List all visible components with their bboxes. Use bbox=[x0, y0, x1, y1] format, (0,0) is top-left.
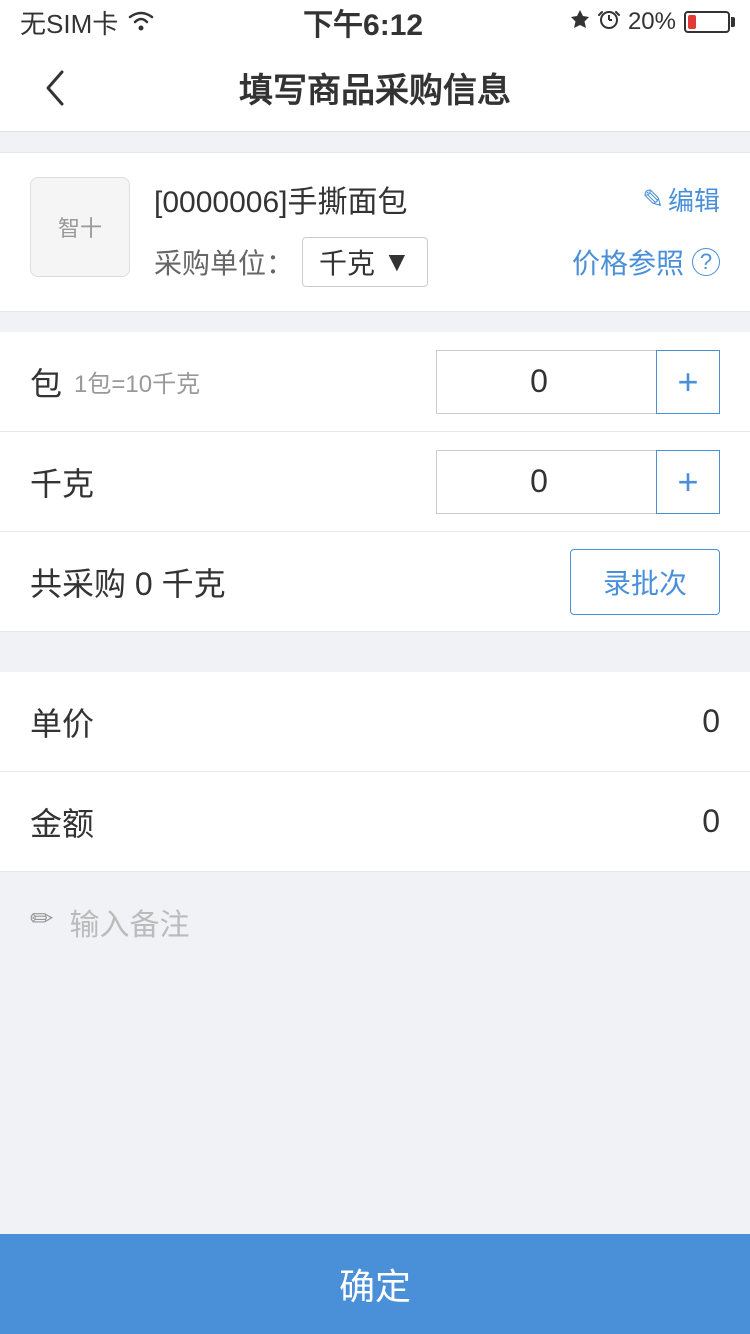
status-time: 下午6:12 bbox=[303, 0, 423, 44]
battery-icon bbox=[684, 11, 730, 33]
price-ref-button[interactable]: 价格参照 ? bbox=[572, 242, 720, 282]
qianke-input-group: + bbox=[436, 450, 720, 514]
nav-bar: 填写商品采购信息 bbox=[0, 44, 750, 132]
no-sim-text: 无SIM卡 bbox=[20, 4, 118, 41]
bao-sub: 1包=10千克 bbox=[74, 364, 200, 399]
separator-2 bbox=[0, 632, 750, 652]
amount-row: 金额 0 bbox=[0, 772, 750, 872]
status-left: 无SIM卡 bbox=[20, 4, 156, 41]
confirm-button[interactable]: 确定 bbox=[0, 1234, 750, 1334]
qianke-input[interactable] bbox=[436, 450, 656, 514]
notes-section[interactable]: ✏ 输入备注 bbox=[0, 872, 750, 1032]
amount-label: 金额 bbox=[30, 799, 94, 845]
edit-button[interactable]: ✎ 编辑 bbox=[642, 181, 720, 218]
batch-button[interactable]: 录批次 bbox=[570, 549, 720, 615]
bao-plus-button[interactable]: + bbox=[656, 350, 720, 414]
confirm-label: 确定 bbox=[339, 1258, 411, 1310]
battery-percentage: 20% bbox=[628, 8, 676, 36]
form-bao-section: 包 1包=10千克 + 千克 + bbox=[0, 332, 750, 532]
unit-row: 采购单位： 千克 ▼ 价格参照 ? bbox=[154, 237, 720, 287]
price-ref-label: 价格参照 bbox=[572, 242, 684, 282]
product-logo: 智十 bbox=[30, 177, 130, 277]
notes-icon: ✏ bbox=[30, 902, 53, 935]
price-ref-icon: ? bbox=[692, 248, 720, 276]
product-name-row: [0000006]手撕面包 ✎ 编辑 bbox=[154, 177, 720, 221]
total-label: 共采购 0 千克 bbox=[30, 559, 226, 605]
content-spacer bbox=[0, 1032, 750, 1232]
battery-fill bbox=[688, 15, 696, 29]
product-name: [0000006]手撕面包 bbox=[154, 177, 407, 221]
qianke-plus-button[interactable]: + bbox=[656, 450, 720, 514]
page-title: 填写商品采购信息 bbox=[239, 63, 511, 112]
notes-placeholder: 输入备注 bbox=[69, 900, 189, 944]
wifi-icon bbox=[126, 7, 156, 38]
unit-value: 千克 bbox=[319, 242, 375, 282]
bao-plus-icon: + bbox=[677, 361, 698, 403]
bao-input[interactable] bbox=[436, 350, 656, 414]
edit-icon: ✎ bbox=[642, 184, 664, 215]
bao-row: 包 1包=10千克 + bbox=[0, 332, 750, 432]
product-card: 智十 [0000006]手撕面包 ✎ 编辑 采购单位： 千克 ▼ 价格参照 ? bbox=[0, 152, 750, 312]
status-bar: 无SIM卡 下午6:12 20% bbox=[0, 0, 750, 44]
unit-price-row: 单价 0 bbox=[0, 672, 750, 772]
qianke-row: 千克 + bbox=[0, 432, 750, 532]
unit-price-value: 0 bbox=[702, 703, 720, 740]
qianke-label: 千克 bbox=[30, 459, 94, 505]
unit-selector-group: 采购单位： 千克 ▼ bbox=[154, 237, 428, 287]
edit-label: 编辑 bbox=[668, 181, 720, 218]
bao-input-group: + bbox=[436, 350, 720, 414]
product-info: [0000006]手撕面包 ✎ 编辑 采购单位： 千克 ▼ 价格参照 ? bbox=[154, 177, 720, 287]
separator-1 bbox=[0, 312, 750, 332]
bao-label: 包 bbox=[30, 359, 62, 405]
qianke-plus-icon: + bbox=[677, 461, 698, 503]
price-section: 单价 0 金额 0 bbox=[0, 672, 750, 872]
unit-label: 采购单位： bbox=[154, 242, 294, 282]
unit-price-label: 单价 bbox=[30, 699, 94, 745]
unit-select[interactable]: 千克 ▼ bbox=[302, 237, 428, 287]
bao-label-group: 包 1包=10千克 bbox=[30, 359, 200, 405]
product-logo-text: 智十 bbox=[58, 211, 102, 243]
back-button[interactable] bbox=[24, 58, 84, 118]
amount-value: 0 bbox=[702, 803, 720, 840]
alarm-icon bbox=[598, 8, 620, 37]
total-row: 共采购 0 千克 录批次 bbox=[0, 532, 750, 632]
dropdown-icon: ▼ bbox=[383, 246, 411, 278]
location-icon bbox=[570, 8, 590, 36]
status-right: 20% bbox=[570, 8, 730, 37]
